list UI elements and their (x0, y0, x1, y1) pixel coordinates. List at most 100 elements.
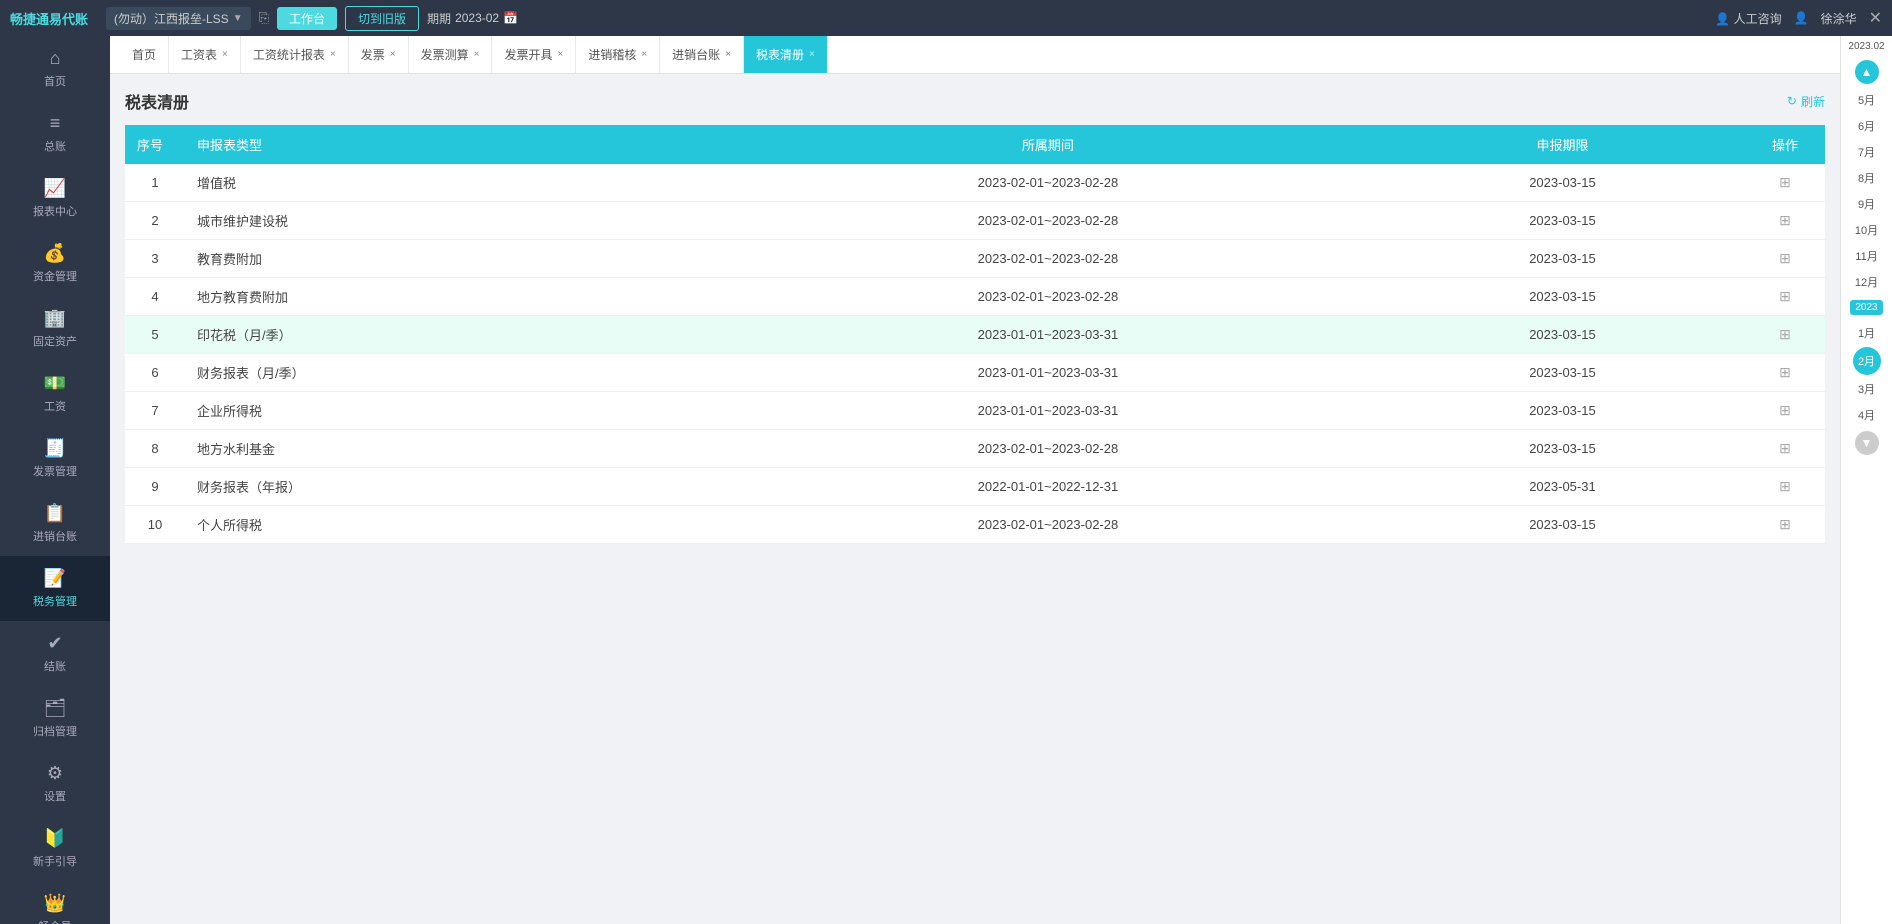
table-row: 8 地方水利基金 2023-02-01~2023-02-28 2023-03-1… (125, 430, 1825, 468)
archive-icon: 🗂 (44, 698, 67, 719)
table-header-row: 序号 申报表类型 所属期间 申报期限 操作 (125, 125, 1825, 164)
sidebar-item-archive[interactable]: 🗂 归档管理 (0, 686, 110, 751)
action-view-icon[interactable]: ⊞ (1779, 516, 1791, 532)
calendar-icon: 📅 (503, 11, 518, 25)
top-bar: 畅捷通易代账 (勿动）江西报垒-LSS ▼ ⎘ 工作台 切到旧版 期期 2023… (0, 0, 1892, 36)
cell-period: 2022-01-01~2022-12-31 (716, 468, 1380, 506)
table-row: 4 地方教育费附加 2023-02-01~2023-02-28 2023-03-… (125, 278, 1825, 316)
tab-invoice-calc-close[interactable]: × (474, 49, 480, 60)
col-no: 序号 (125, 125, 185, 164)
tab-purchase-review-close[interactable]: × (641, 49, 647, 60)
month-4[interactable]: 4月 (1845, 403, 1889, 427)
month-8[interactable]: 8月 (1845, 166, 1889, 190)
month-10[interactable]: 10月 (1845, 218, 1889, 242)
month-1[interactable]: 1月 (1845, 321, 1889, 345)
action-view-icon[interactable]: ⊞ (1779, 250, 1791, 266)
sidebar-item-invoice[interactable]: 🧾 发票管理 (0, 426, 110, 491)
top-bar-right: 👤 人工咨询 👤 徐涂华 ✕ (1715, 8, 1882, 28)
month-9[interactable]: 9月 (1845, 192, 1889, 216)
tab-home[interactable]: 首页 (120, 36, 169, 74)
cell-action: ⊞ (1745, 392, 1825, 430)
col-deadline: 申报期限 (1380, 125, 1745, 164)
table-row: 10 个人所得税 2023-02-01~2023-02-28 2023-03-1… (125, 506, 1825, 544)
cell-action: ⊞ (1745, 240, 1825, 278)
tab-salary-report-close[interactable]: × (330, 49, 336, 60)
tab-purchase-ledger-label: 进销台账 (672, 46, 720, 63)
tab-invoice-open-close[interactable]: × (557, 49, 563, 60)
copy-icon: ⎘ (259, 10, 269, 26)
sidebar-item-settings[interactable]: ⚙ 设置 (0, 751, 110, 816)
ledger-icon: ≡ (50, 113, 61, 134)
sidebar-item-purchase[interactable]: 📋 进销台账 (0, 491, 110, 556)
tab-salary[interactable]: 工资表 × (169, 36, 241, 74)
tab-invoice-open-label: 发票开具 (504, 46, 552, 63)
action-view-icon[interactable]: ⊞ (1779, 326, 1791, 342)
table-row: 6 财务报表（月/季） 2023-01-01~2023-03-31 2023-0… (125, 354, 1825, 392)
tab-invoice-open[interactable]: 发票开具 × (492, 36, 576, 74)
month-12[interactable]: 12月 (1845, 270, 1889, 294)
cell-action: ⊞ (1745, 164, 1825, 202)
cell-type: 财务报表（月/季） (185, 354, 716, 392)
sidebar-label-invoice: 发票管理 (33, 463, 77, 479)
action-view-icon[interactable]: ⊞ (1779, 288, 1791, 304)
invoice-icon: 🧾 (44, 438, 66, 459)
sidebar-item-guide[interactable]: 🔰 新手引导 (0, 816, 110, 881)
cell-deadline: 2023-03-15 (1380, 430, 1745, 468)
sidebar-label-report: 报表中心 (33, 203, 77, 219)
sidebar-item-settlement[interactable]: ✔ 结账 (0, 621, 110, 686)
sidebar-item-salary[interactable]: 💵 工资 (0, 361, 110, 426)
month-5[interactable]: 5月 (1845, 88, 1889, 112)
sidebar-item-report[interactable]: 📈 报表中心 (0, 166, 110, 231)
calendar-down-btn[interactable]: ▼ (1855, 431, 1879, 455)
tab-purchase-review[interactable]: 进销稽核 × (576, 36, 660, 74)
sidebar-item-ledger[interactable]: ≡ 总账 (0, 101, 110, 166)
cell-type: 增值税 (185, 164, 716, 202)
cell-action: ⊞ (1745, 468, 1825, 506)
tab-tax-list[interactable]: 税表清册 × (744, 36, 828, 74)
period-display: 期期 2023-02 📅 (427, 10, 518, 27)
cell-period: 2023-02-01~2023-02-28 (716, 506, 1380, 544)
sidebar-item-home[interactable]: ⌂ 首页 (0, 36, 110, 101)
close-icon[interactable]: ✕ (1869, 8, 1882, 28)
action-view-icon[interactable]: ⊞ (1779, 440, 1791, 456)
refresh-button[interactable]: ↻ 刷新 (1787, 93, 1825, 110)
username: 徐涂华 (1821, 10, 1857, 27)
action-view-icon[interactable]: ⊞ (1779, 402, 1791, 418)
action-view-icon[interactable]: ⊞ (1779, 212, 1791, 228)
workbench-button[interactable]: 工作台 (277, 7, 337, 30)
tab-tax-list-close[interactable]: × (809, 49, 815, 60)
sidebar-item-fund[interactable]: 💰 资金管理 (0, 231, 110, 296)
cell-deadline: 2023-03-15 (1380, 392, 1745, 430)
tab-purchase-ledger-close[interactable]: × (725, 49, 731, 60)
month-6[interactable]: 6月 (1845, 114, 1889, 138)
switch-old-button[interactable]: 切到旧版 (345, 6, 419, 31)
tab-salary-close[interactable]: × (222, 49, 228, 60)
sidebar-item-vip[interactable]: 👑 畅会员 (0, 881, 110, 924)
calendar-up-btn[interactable]: ▲ (1855, 60, 1879, 84)
sidebar-label-vip: 畅会员 (39, 918, 72, 924)
action-view-icon[interactable]: ⊞ (1779, 364, 1791, 380)
tab-invoice[interactable]: 发票 × (349, 36, 409, 74)
sidebar-label-archive: 归档管理 (33, 723, 77, 739)
tab-salary-report[interactable]: 工资统计报表 × (241, 36, 349, 74)
action-view-icon[interactable]: ⊞ (1779, 478, 1791, 494)
action-view-icon[interactable]: ⊞ (1779, 174, 1791, 190)
sidebar-item-fixed-asset[interactable]: 🏢 固定资产 (0, 296, 110, 361)
month-2-active[interactable]: 2月 (1853, 347, 1881, 375)
cell-no: 5 (125, 316, 185, 354)
cell-deadline: 2023-03-15 (1380, 506, 1745, 544)
tab-home-label: 首页 (132, 46, 156, 63)
customer-service[interactable]: 👤 人工咨询 (1715, 10, 1781, 27)
sidebar-item-tax[interactable]: 📝 税务管理 (0, 556, 110, 621)
month-11[interactable]: 11月 (1845, 244, 1889, 268)
content-area: 首页 工资表 × 工资统计报表 × 发票 × 发票测算 × 发票开具 × (110, 36, 1840, 924)
company-selector[interactable]: (勿动）江西报垒-LSS ▼ (106, 7, 251, 30)
month-7[interactable]: 7月 (1845, 140, 1889, 164)
month-3[interactable]: 3月 (1845, 377, 1889, 401)
cell-deadline: 2023-03-15 (1380, 278, 1745, 316)
tab-invoice-calc[interactable]: 发票测算 × (409, 36, 493, 74)
cell-period: 2023-02-01~2023-02-28 (716, 202, 1380, 240)
table-row: 1 增值税 2023-02-01~2023-02-28 2023-03-15 ⊞ (125, 164, 1825, 202)
tab-invoice-close[interactable]: × (390, 49, 396, 60)
tab-purchase-ledger[interactable]: 进销台账 × (660, 36, 744, 74)
